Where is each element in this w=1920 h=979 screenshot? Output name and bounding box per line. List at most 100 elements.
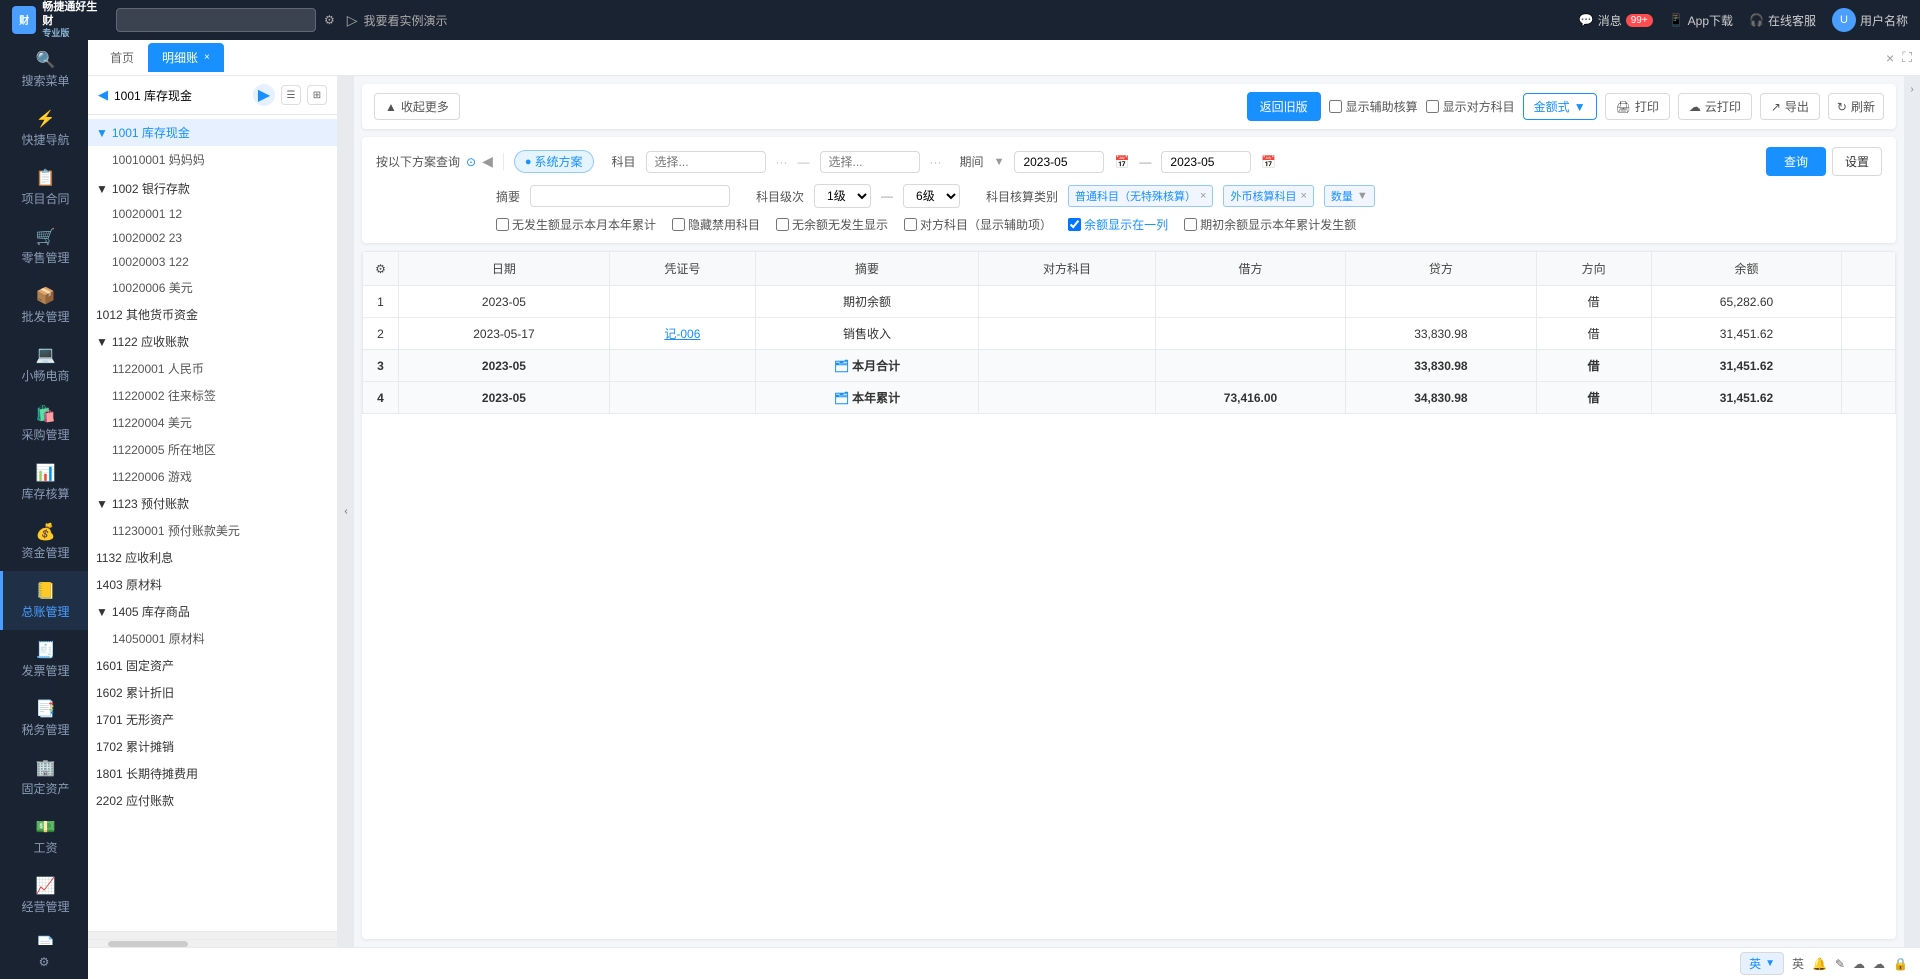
bottom-action-cloud1[interactable]: ☁ [1853, 957, 1865, 971]
tab-expand-btn[interactable]: ⛶ [1902, 49, 1912, 66]
tree-item-1702[interactable]: 1702 累计摊销 [88, 733, 337, 760]
tree-item-10020006[interactable]: 10020006 美元 [88, 274, 337, 301]
settings-gear[interactable]: ⚙ [324, 13, 335, 27]
tree-item-1602[interactable]: 1602 累计折旧 [88, 679, 337, 706]
sidebar-item-ledger[interactable]: 📒 总账管理 [0, 571, 88, 630]
table-settings-icon[interactable]: ⚙ [375, 262, 386, 276]
amount-style-btn[interactable]: 金额式 ▼ [1523, 93, 1597, 120]
tree-item-10020002[interactable]: 10020002 23 [88, 226, 337, 250]
tree-item-10010001[interactable]: 10010001 妈妈妈 [88, 146, 337, 173]
tree-item-2202[interactable]: 2202 应付账款 [88, 787, 337, 814]
th-settings[interactable]: ⚙ [363, 252, 399, 286]
sidebar-item-fixed[interactable]: 🏢 固定资产 [0, 748, 88, 807]
bottom-action-lang[interactable]: 英 [1792, 955, 1804, 972]
lang-switcher[interactable]: 英 ▼ [1740, 952, 1784, 975]
sidebar-item-project[interactable]: 📋 项目合同 [0, 158, 88, 217]
tree-item-1801[interactable]: 1801 长期待摊费用 [88, 760, 337, 787]
quantity-tag[interactable]: 数量 ▼ [1324, 185, 1375, 207]
cb1-label[interactable]: 无发生额显示本月本年累计 [496, 216, 656, 233]
tree-grid-view[interactable]: ⊞ [307, 85, 327, 105]
sidebar-item-search[interactable]: 🔍 搜索菜单 [0, 40, 88, 99]
sidebar-item-tax[interactable]: 📑 税务管理 [0, 689, 88, 748]
message-btn[interactable]: 💬 消息 99+ [1579, 12, 1653, 29]
category-tag-1[interactable]: 普通科目（无特殊核算） × [1068, 185, 1213, 207]
tab-close-icon[interactable]: × [204, 52, 210, 63]
cb4[interactable] [904, 218, 917, 231]
tree-list-view[interactable]: ☰ [281, 85, 301, 105]
category-tag-1-close[interactable]: × [1200, 190, 1206, 202]
quantity-tag-close[interactable]: ▼ [1357, 190, 1368, 202]
cb6[interactable] [1184, 218, 1197, 231]
tree-item-11220001[interactable]: 11220001 人民币 [88, 355, 337, 382]
voucher-link[interactable]: 记-006 [664, 327, 700, 341]
tab-close-btn[interactable]: × [1886, 50, 1894, 66]
level-to-select[interactable]: 6级5级4级 [903, 184, 960, 208]
cloud-print-btn[interactable]: ☁ 云打印 [1678, 93, 1752, 120]
cb1[interactable] [496, 218, 509, 231]
bottom-action-lock[interactable]: 🔒 [1893, 957, 1908, 971]
user-profile[interactable]: U 用户名称 [1832, 8, 1908, 32]
tree-item-1012[interactable]: 1012 其他货币资金 [88, 301, 337, 328]
sidebar-item-purchase[interactable]: 🛍️ 采购管理 [0, 394, 88, 453]
show-aux-checkbox[interactable]: 显示辅助核算 [1329, 98, 1418, 115]
tree-item-1132[interactable]: 1132 应收利息 [88, 544, 337, 571]
period-end-calendar-icon[interactable]: 📅 [1261, 155, 1276, 169]
tree-item-1001[interactable]: ▼ 1001 库存现金 [88, 119, 337, 146]
cb5-label[interactable]: 余额显示在一列 [1068, 216, 1168, 233]
sidebar-item-quick-nav[interactable]: ⚡ 快捷导航 [0, 99, 88, 158]
category-tag-2-close[interactable]: × [1300, 190, 1306, 202]
tree-item-10020001[interactable]: 10020001 12 [88, 202, 337, 226]
tree-item-11230001[interactable]: 11230001 预付账款美元 [88, 517, 337, 544]
sidebar-settings[interactable]: ⚙ [0, 945, 88, 979]
bottom-action-cloud2[interactable]: ☁ [1873, 957, 1885, 971]
tree-item-11220002[interactable]: 11220002 往来标签 [88, 382, 337, 409]
tree-item-1403[interactable]: 1403 原材料 [88, 571, 337, 598]
expand-more-btn[interactable]: ▲ 收起更多 [374, 93, 460, 120]
sidebar-item-ecommerce[interactable]: 💻 小畅电商 [0, 335, 88, 394]
sidebar-item-report[interactable]: 📄 小畅报销 [0, 925, 88, 945]
cb3[interactable] [776, 218, 789, 231]
tree-item-11220004[interactable]: 11220004 美元 [88, 409, 337, 436]
tree-item-1701[interactable]: 1701 无形资产 [88, 706, 337, 733]
sidebar-item-retail[interactable]: 🛒 零售管理 [0, 217, 88, 276]
tree-item-1002[interactable]: ▼ 1002 银行存款 [88, 175, 337, 202]
tree-item-14050001[interactable]: 14050001 原材料 [88, 625, 337, 652]
tree-item-11220005[interactable]: 11220005 所在地区 [88, 436, 337, 463]
show-aux-input[interactable] [1329, 100, 1342, 113]
sidebar-item-operation[interactable]: 📈 经营管理 [0, 866, 88, 925]
cb4-label[interactable]: 对方科目（显示辅助项） [904, 216, 1052, 233]
sidebar-item-wholesale[interactable]: 📦 批发管理 [0, 276, 88, 335]
tree-hscrollbar[interactable] [88, 939, 337, 947]
tree-item-10020003[interactable]: 10020003 122 [88, 250, 337, 274]
right-panel-expand[interactable]: › [1904, 76, 1920, 947]
level-from-select[interactable]: 1级2级3级 [814, 184, 871, 208]
setting-btn[interactable]: 设置 [1832, 147, 1882, 176]
subject-input[interactable] [646, 151, 766, 173]
cb2-label[interactable]: 隐藏禁用科目 [672, 216, 760, 233]
tree-item-1601[interactable]: 1601 固定资产 [88, 652, 337, 679]
sidebar-item-capital[interactable]: 💰 资金管理 [0, 512, 88, 571]
export-btn[interactable]: ↗ 导出 [1760, 93, 1820, 120]
refresh-btn[interactable]: ↻ 刷新 [1828, 93, 1884, 120]
show-contra-checkbox[interactable]: 显示对方科目 [1426, 98, 1515, 115]
summary-input[interactable] [530, 185, 730, 207]
tab-ledger[interactable]: 明细账 × [148, 43, 224, 72]
collapse-panel-btn[interactable]: ‹ [338, 76, 354, 947]
tree-nav-arrow[interactable]: ▶ [253, 84, 275, 106]
cb3-label[interactable]: 无余额无发生显示 [776, 216, 888, 233]
tree-item-1405[interactable]: ▼ 1405 库存商品 [88, 598, 337, 625]
scheme-collapse-icon[interactable]: ◀ [482, 153, 493, 170]
bottom-action-notification[interactable]: 🔔 [1812, 957, 1827, 971]
cb5[interactable] [1068, 218, 1081, 231]
scheme-item[interactable]: ● 系统方案 [514, 150, 594, 173]
tree-item-1123[interactable]: ▼ 1123 预付账款 [88, 490, 337, 517]
tree-item-1122[interactable]: ▼ 1122 应收账款 [88, 328, 337, 355]
category-tag-2[interactable]: 外币核算科目 × [1223, 185, 1313, 207]
print-btn[interactable]: 🖨 打印 [1605, 93, 1670, 120]
tree-item-11220006[interactable]: 11220006 游戏 [88, 463, 337, 490]
online-service-btn[interactable]: 🎧 在线客服 [1749, 12, 1816, 29]
show-contra-input[interactable] [1426, 100, 1439, 113]
sidebar-item-invoice[interactable]: 🧾 发票管理 [0, 630, 88, 689]
sidebar-item-salary[interactable]: 💵 工资 [0, 807, 88, 866]
period-start-input[interactable] [1014, 151, 1104, 173]
